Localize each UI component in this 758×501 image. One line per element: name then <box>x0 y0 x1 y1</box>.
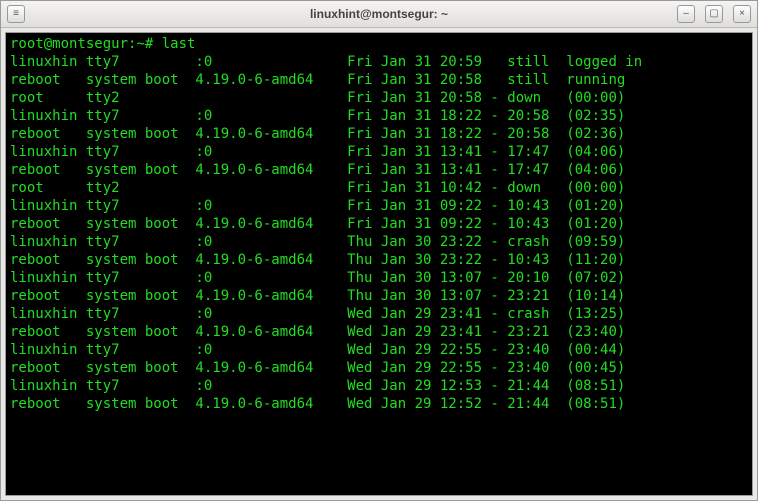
last-output-row: reboot system boot 4.19.0-6-amd64 Thu Ja… <box>10 251 748 269</box>
last-output-row: reboot system boot 4.19.0-6-amd64 Wed Ja… <box>10 323 748 341</box>
last-output-row: linuxhin tty7 :0 Fri Jan 31 13:41 - 17:4… <box>10 143 748 161</box>
last-output-row: reboot system boot 4.19.0-6-amd64 Fri Ja… <box>10 71 748 89</box>
last-output-row: root tty2 Fri Jan 31 20:58 - down (00:00… <box>10 89 748 107</box>
last-output-row: linuxhin tty7 :0 Fri Jan 31 09:22 - 10:4… <box>10 197 748 215</box>
command-text: last <box>162 36 196 52</box>
last-output-row: reboot system boot 4.19.0-6-amd64 Fri Ja… <box>10 161 748 179</box>
last-output-row: reboot system boot 4.19.0-6-amd64 Wed Ja… <box>10 359 748 377</box>
shell-prompt: root@montsegur:~# <box>10 36 162 52</box>
minimize-button[interactable]: – <box>677 5 695 23</box>
terminal-window: ≡ linuxhint@montsegur: ~ – ▢ × root@mont… <box>0 0 758 501</box>
terminal-viewport[interactable]: root@montsegur:~# lastlinuxhin tty7 :0 F… <box>5 32 753 496</box>
last-output-row: linuxhin tty7 :0 Fri Jan 31 20:59 still … <box>10 53 748 71</box>
last-output-row: linuxhin tty7 :0 Fri Jan 31 18:22 - 20:5… <box>10 107 748 125</box>
last-output-row: linuxhin tty7 :0 Wed Jan 29 22:55 - 23:4… <box>10 341 748 359</box>
close-icon: × <box>739 9 745 19</box>
menu-icon: ≡ <box>13 9 19 19</box>
last-output-row: linuxhin tty7 :0 Thu Jan 30 13:07 - 20:1… <box>10 269 748 287</box>
last-output-row: reboot system boot 4.19.0-6-amd64 Wed Ja… <box>10 395 748 413</box>
titlebar[interactable]: ≡ linuxhint@montsegur: ~ – ▢ × <box>1 1 757 28</box>
menu-button[interactable]: ≡ <box>7 5 25 23</box>
maximize-icon: ▢ <box>709 9 718 19</box>
last-output-row: linuxhin tty7 :0 Thu Jan 30 23:22 - cras… <box>10 233 748 251</box>
last-output-row: reboot system boot 4.19.0-6-amd64 Fri Ja… <box>10 125 748 143</box>
terminal-content[interactable]: root@montsegur:~# lastlinuxhin tty7 :0 F… <box>6 33 752 415</box>
last-output-row: root tty2 Fri Jan 31 10:42 - down (00:00… <box>10 179 748 197</box>
window-title: linuxhint@montsegur: ~ <box>1 7 757 21</box>
last-output-row: linuxhin tty7 :0 Wed Jan 29 12:53 - 21:4… <box>10 377 748 395</box>
minimize-icon: – <box>683 9 689 19</box>
close-button[interactable]: × <box>733 5 751 23</box>
last-output-row: reboot system boot 4.19.0-6-amd64 Thu Ja… <box>10 287 748 305</box>
prompt-line: root@montsegur:~# last <box>10 35 748 53</box>
last-output-row: reboot system boot 4.19.0-6-amd64 Fri Ja… <box>10 215 748 233</box>
maximize-button[interactable]: ▢ <box>705 5 723 23</box>
last-output-row: linuxhin tty7 :0 Wed Jan 29 23:41 - cras… <box>10 305 748 323</box>
